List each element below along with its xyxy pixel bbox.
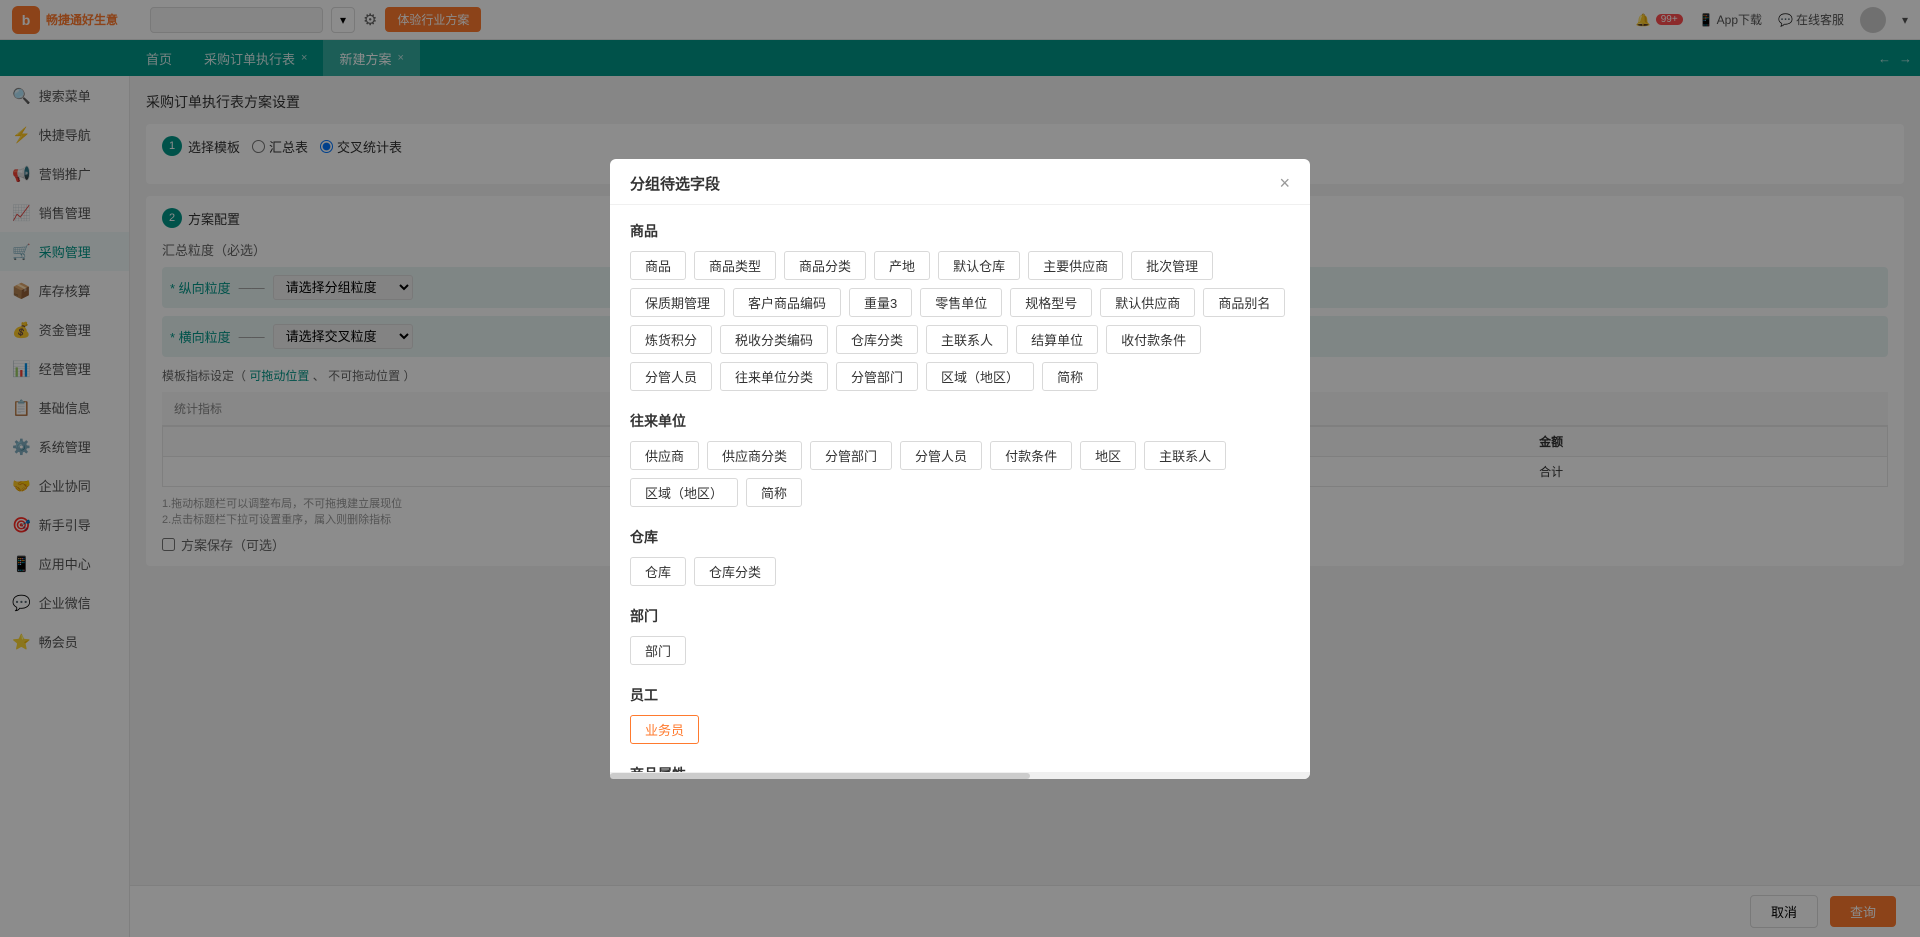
field-tag[interactable]: 部门 xyxy=(630,636,686,665)
field-tag[interactable]: 仓库分类 xyxy=(694,557,776,586)
field-tag[interactable]: 简称 xyxy=(1042,362,1098,391)
modal-scrollbar[interactable] xyxy=(610,772,1310,778)
field-tag[interactable]: 重量3 xyxy=(849,288,912,317)
modal-overlay[interactable]: 分组待选字段 × 商品 商品 商品类型 商品分类 产地 默认仓库 主要供应商 批… xyxy=(0,0,1920,937)
section-warehouse-tags: 仓库 仓库分类 xyxy=(630,557,1290,586)
modal-body: 商品 商品 商品类型 商品分类 产地 默认仓库 主要供应商 批次管理 保质期管理… xyxy=(610,205,1310,773)
section-partner-title: 往来单位 xyxy=(630,411,1290,431)
section-goods-title: 商品 xyxy=(630,221,1290,241)
field-tag[interactable]: 客户商品编码 xyxy=(733,288,841,317)
field-tag[interactable]: 商品类型 xyxy=(694,251,776,280)
field-tag[interactable]: 区域（地区） xyxy=(630,478,738,507)
section-department-title: 部门 xyxy=(630,606,1290,626)
section-partner-tags: 供应商 供应商分类 分管部门 分管人员 付款条件 地区 主联系人 区域（地区） … xyxy=(630,441,1290,507)
field-tag[interactable]: 供应商 xyxy=(630,441,699,470)
field-tag[interactable]: 仓库分类 xyxy=(836,325,918,354)
section-goods-attr-title: 商品属性 xyxy=(630,764,1290,773)
section-department: 部门 部门 xyxy=(630,606,1290,665)
section-warehouse-title: 仓库 xyxy=(630,527,1290,547)
field-tag[interactable]: 保质期管理 xyxy=(630,288,725,317)
field-tag[interactable]: 往来单位分类 xyxy=(720,362,828,391)
field-tag[interactable]: 税收分类编码 xyxy=(720,325,828,354)
field-tag[interactable]: 炼货积分 xyxy=(630,325,712,354)
field-tag[interactable]: 分管人员 xyxy=(900,441,982,470)
field-tag[interactable]: 区域（地区） xyxy=(926,362,1034,391)
field-tag[interactable]: 结算单位 xyxy=(1016,325,1098,354)
field-tag[interactable]: 产地 xyxy=(874,251,930,280)
field-tag[interactable]: 默认供应商 xyxy=(1100,288,1195,317)
modal-title: 分组待选字段 xyxy=(630,173,720,194)
modal: 分组待选字段 × 商品 商品 商品类型 商品分类 产地 默认仓库 主要供应商 批… xyxy=(610,159,1310,779)
field-tag[interactable]: 供应商分类 xyxy=(707,441,802,470)
field-tag[interactable]: 规格型号 xyxy=(1010,288,1092,317)
modal-close-btn[interactable]: × xyxy=(1279,173,1290,194)
field-tag[interactable]: 分管人员 xyxy=(630,362,712,391)
field-tag[interactable]: 商品别名 xyxy=(1203,288,1285,317)
field-tag[interactable]: 批次管理 xyxy=(1131,251,1213,280)
field-tag[interactable]: 默认仓库 xyxy=(938,251,1020,280)
field-tag[interactable]: 零售单位 xyxy=(920,288,1002,317)
field-tag[interactable]: 简称 xyxy=(746,478,802,507)
field-tag[interactable]: 主联系人 xyxy=(926,325,1008,354)
section-employee-title: 员工 xyxy=(630,685,1290,705)
section-department-tags: 部门 xyxy=(630,636,1290,665)
section-goods-attr: 商品属性 属性 颜色 多规格 尺码 鞋码 1 xyxy=(630,764,1290,773)
field-tag[interactable]: 商品分类 xyxy=(784,251,866,280)
field-tag[interactable]: 地区 xyxy=(1080,441,1136,470)
modal-scrollbar-thumb xyxy=(610,773,1030,779)
field-tag[interactable]: 收付款条件 xyxy=(1106,325,1201,354)
section-employee: 员工 业务员 xyxy=(630,685,1290,744)
field-tag[interactable]: 业务员 xyxy=(630,715,699,744)
section-goods: 商品 商品 商品类型 商品分类 产地 默认仓库 主要供应商 批次管理 保质期管理… xyxy=(630,221,1290,391)
field-tag[interactable]: 付款条件 xyxy=(990,441,1072,470)
field-tag[interactable]: 分管部门 xyxy=(810,441,892,470)
section-warehouse: 仓库 仓库 仓库分类 xyxy=(630,527,1290,586)
field-tag[interactable]: 仓库 xyxy=(630,557,686,586)
field-tag[interactable]: 分管部门 xyxy=(836,362,918,391)
modal-header: 分组待选字段 × xyxy=(610,159,1310,205)
section-goods-tags: 商品 商品类型 商品分类 产地 默认仓库 主要供应商 批次管理 保质期管理 客户… xyxy=(630,251,1290,391)
section-partner: 往来单位 供应商 供应商分类 分管部门 分管人员 付款条件 地区 主联系人 区域… xyxy=(630,411,1290,507)
field-tag[interactable]: 商品 xyxy=(630,251,686,280)
field-tag[interactable]: 主要供应商 xyxy=(1028,251,1123,280)
field-tag[interactable]: 主联系人 xyxy=(1144,441,1226,470)
section-employee-tags: 业务员 xyxy=(630,715,1290,744)
